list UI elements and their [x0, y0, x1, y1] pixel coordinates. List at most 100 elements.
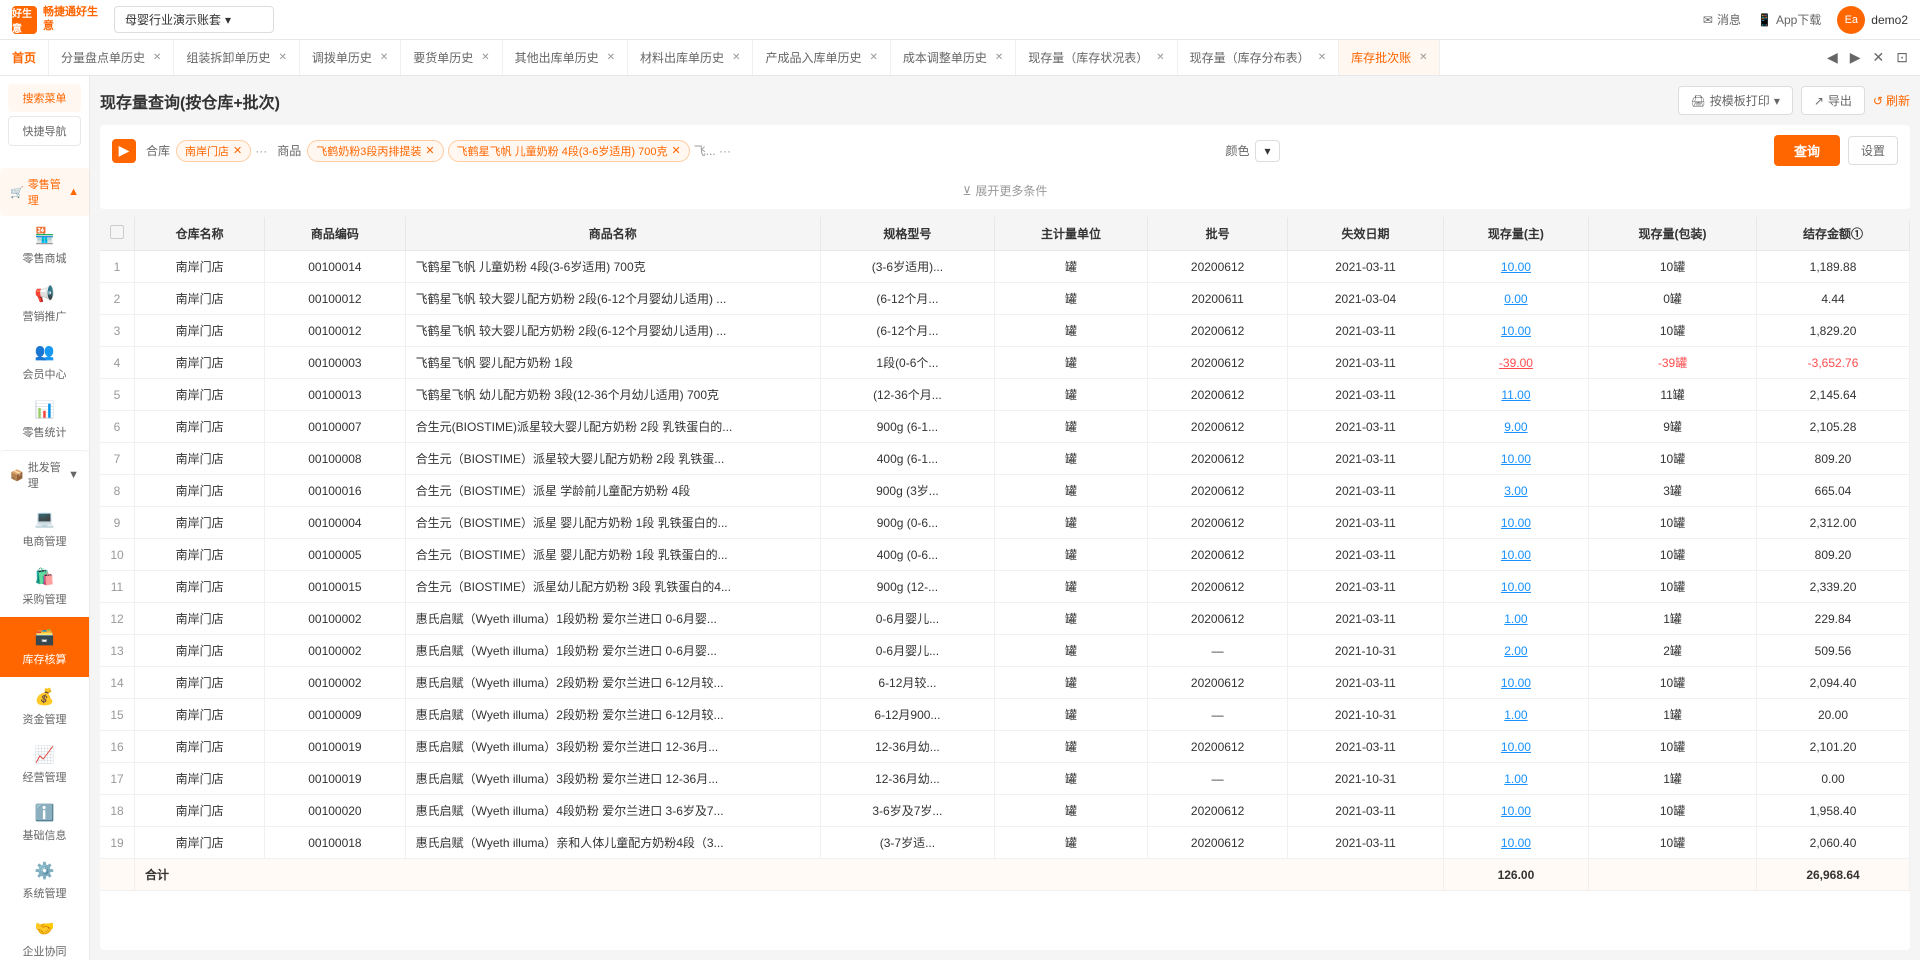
search-menu-button[interactable]: 搜索菜单: [8, 84, 81, 112]
top-bar: 好生意 畅捷通好生意 母婴行业演示账套 ▾ ✉ 消息 📱 App下载 Ea de…: [0, 0, 1920, 40]
cell-qty-main[interactable]: 10.00: [1443, 539, 1588, 571]
cell-warehouse: 南岸门店: [135, 731, 265, 763]
export-button[interactable]: ↗ 导出: [1801, 86, 1865, 115]
tab-prev-icon[interactable]: ◀: [1823, 47, 1842, 68]
cell-qty-main[interactable]: 1.00: [1443, 603, 1588, 635]
tab-close-icon[interactable]: ✕: [1419, 52, 1427, 63]
message-button[interactable]: ✉ 消息: [1703, 11, 1741, 28]
sidebar-item-marketing[interactable]: 📢 营销推广: [6, 276, 83, 332]
cell-qty-main[interactable]: 10.00: [1443, 315, 1588, 347]
cell-amount: 4.44: [1757, 283, 1910, 315]
query-button[interactable]: 查询: [1774, 135, 1840, 166]
logo-icon: 好生意: [12, 6, 37, 34]
col-code: 商品编码: [265, 217, 405, 251]
cell-qty-main[interactable]: 3.00: [1443, 475, 1588, 507]
tab-close-icon[interactable]: ✕: [278, 52, 286, 63]
cell-no: 16: [100, 731, 135, 763]
top-bar-right: ✉ 消息 📱 App下载 Ea demo2: [1703, 6, 1908, 34]
tab-next-icon[interactable]: ▶: [1846, 47, 1865, 68]
product-more-icon[interactable]: 飞... ···: [694, 142, 731, 159]
cell-unit: 罐: [995, 379, 1148, 411]
sidebar-item-finance[interactable]: 💰 资金管理: [6, 679, 83, 735]
tab-3[interactable]: 调拨单历史 ✕: [300, 40, 401, 76]
sidebar-item-member[interactable]: 👥 会员中心: [6, 334, 83, 390]
expand-more-button[interactable]: ⊻ 展开更多条件: [112, 182, 1898, 199]
cell-qty-main[interactable]: 2.00: [1443, 635, 1588, 667]
tab-1[interactable]: 分量盘点单历史 ✕: [49, 40, 174, 76]
sidebar-item-purchase[interactable]: 🛍️ 采购管理: [6, 559, 83, 615]
company-selector[interactable]: 母婴行业演示账套 ▾: [114, 6, 274, 33]
cell-qty-main[interactable]: 1.00: [1443, 699, 1588, 731]
remove-product-tag-2-icon[interactable]: ✕: [671, 144, 680, 157]
cell-qty-main[interactable]: 1.00: [1443, 763, 1588, 795]
cell-batch: —: [1147, 635, 1287, 667]
print-button[interactable]: 🖨 按模板打印 ▾: [1678, 86, 1793, 115]
tab-close-icon[interactable]: ✕: [1318, 52, 1326, 63]
warehouse-tag: 南岸门店 ✕: [176, 140, 251, 162]
sidebar-item-retail-shop[interactable]: 🏪 零售商城: [6, 218, 83, 274]
product-tag-2-value: 飞鹤星飞帆 儿童奶粉 4段(3-6岁适用) 700克: [457, 143, 668, 159]
user-area[interactable]: Ea demo2: [1837, 6, 1908, 34]
quick-nav-button[interactable]: 快捷导航: [8, 116, 81, 146]
cell-warehouse: 南岸门店: [135, 827, 265, 859]
cell-qty-main[interactable]: 11.00: [1443, 379, 1588, 411]
sidebar-item-retail-stats[interactable]: 📊 零售统计: [6, 392, 83, 448]
sidebar-item-collab[interactable]: 🤝 企业协同: [6, 911, 83, 960]
cell-qty-main[interactable]: -39.00: [1443, 347, 1588, 379]
cell-qty-main[interactable]: 10.00: [1443, 667, 1588, 699]
cell-qty-main[interactable]: 10.00: [1443, 507, 1588, 539]
remove-warehouse-tag-icon[interactable]: ✕: [233, 144, 242, 157]
tab-5[interactable]: 其他出库单历史 ✕: [503, 40, 628, 76]
setting-button[interactable]: 设置: [1848, 136, 1898, 165]
sidebar-item-wholesale[interactable]: 📦 批发管理 ▼: [0, 450, 89, 499]
cell-no: 9: [100, 507, 135, 539]
page-title-bar: 现存量查询(按仓库+批次) 🖨 按模板打印 ▾ ↗ 导出 ↺ 刷新: [100, 86, 1910, 115]
color-dropdown[interactable]: ▾: [1255, 140, 1279, 162]
tab-close-icon[interactable]: ✕: [481, 52, 489, 63]
cell-qty-main[interactable]: 10.00: [1443, 827, 1588, 859]
tab-7[interactable]: 产成品入库单历史 ✕: [753, 40, 890, 76]
cell-qty-main[interactable]: 9.00: [1443, 411, 1588, 443]
tab-4[interactable]: 要货单历史 ✕: [401, 40, 502, 76]
sidebar-item-ecommerce[interactable]: 💻 电商管理: [6, 501, 83, 557]
app-download-button[interactable]: 📱 App下载: [1757, 11, 1821, 28]
sidebar-item-basics[interactable]: ℹ️ 基础信息: [6, 795, 83, 851]
tab-6[interactable]: 材料出库单历史 ✕: [628, 40, 753, 76]
print-icon: 🖨: [1691, 94, 1706, 108]
cell-qty-main[interactable]: 10.00: [1443, 251, 1588, 283]
tab-close-all-icon[interactable]: ✕: [1869, 47, 1889, 68]
refresh-button[interactable]: ↺ 刷新: [1873, 92, 1910, 109]
cell-qty-main[interactable]: 0.00: [1443, 283, 1588, 315]
sidebar-label: 基础信息: [23, 827, 67, 843]
cell-warehouse: 南岸门店: [135, 539, 265, 571]
sidebar-item-retail-mgmt[interactable]: 🛒 零售管理 ▲: [0, 168, 89, 216]
tab-menu-icon[interactable]: ⊡: [1892, 47, 1912, 68]
more-filter-icon[interactable]: ···: [255, 144, 267, 158]
cell-qty-main[interactable]: 10.00: [1443, 443, 1588, 475]
tab-8[interactable]: 成本调整单历史 ✕: [891, 40, 1016, 76]
sidebar-item-system[interactable]: ⚙️ 系统管理: [6, 853, 83, 909]
tab-close-icon[interactable]: ✕: [380, 52, 388, 63]
sidebar-item-inventory[interactable]: 🗃️ 库存核算: [0, 617, 89, 677]
tab-close-icon[interactable]: ✕: [869, 52, 877, 63]
tab-home[interactable]: 首页: [0, 40, 49, 76]
tab-9[interactable]: 现存量（库存状况表） ✕: [1016, 40, 1177, 76]
tab-close-icon[interactable]: ✕: [732, 52, 740, 63]
expand-filter-button[interactable]: ▶: [112, 139, 136, 163]
tab-11[interactable]: 库存批次账 ✕: [1339, 40, 1440, 76]
print-arrow-icon: ▾: [1774, 94, 1780, 108]
tab-close-icon[interactable]: ✕: [607, 52, 615, 63]
tab-2[interactable]: 组装拆卸单历史 ✕: [174, 40, 299, 76]
cell-qty-main[interactable]: 10.00: [1443, 795, 1588, 827]
cell-qty-main[interactable]: 10.00: [1443, 571, 1588, 603]
remove-product-tag-1-icon[interactable]: ✕: [425, 144, 434, 157]
tab-close-icon[interactable]: ✕: [1156, 52, 1164, 63]
cell-unit: 罐: [995, 347, 1148, 379]
select-all-checkbox[interactable]: [110, 225, 124, 239]
sidebar-item-operations[interactable]: 📈 经营管理: [6, 737, 83, 793]
tab-close-icon[interactable]: ✕: [153, 52, 161, 63]
tab-close-icon[interactable]: ✕: [995, 52, 1003, 63]
tab-10[interactable]: 现存量（库存分布表） ✕: [1178, 40, 1339, 76]
cell-qty-main[interactable]: 10.00: [1443, 731, 1588, 763]
cell-no: 2: [100, 283, 135, 315]
